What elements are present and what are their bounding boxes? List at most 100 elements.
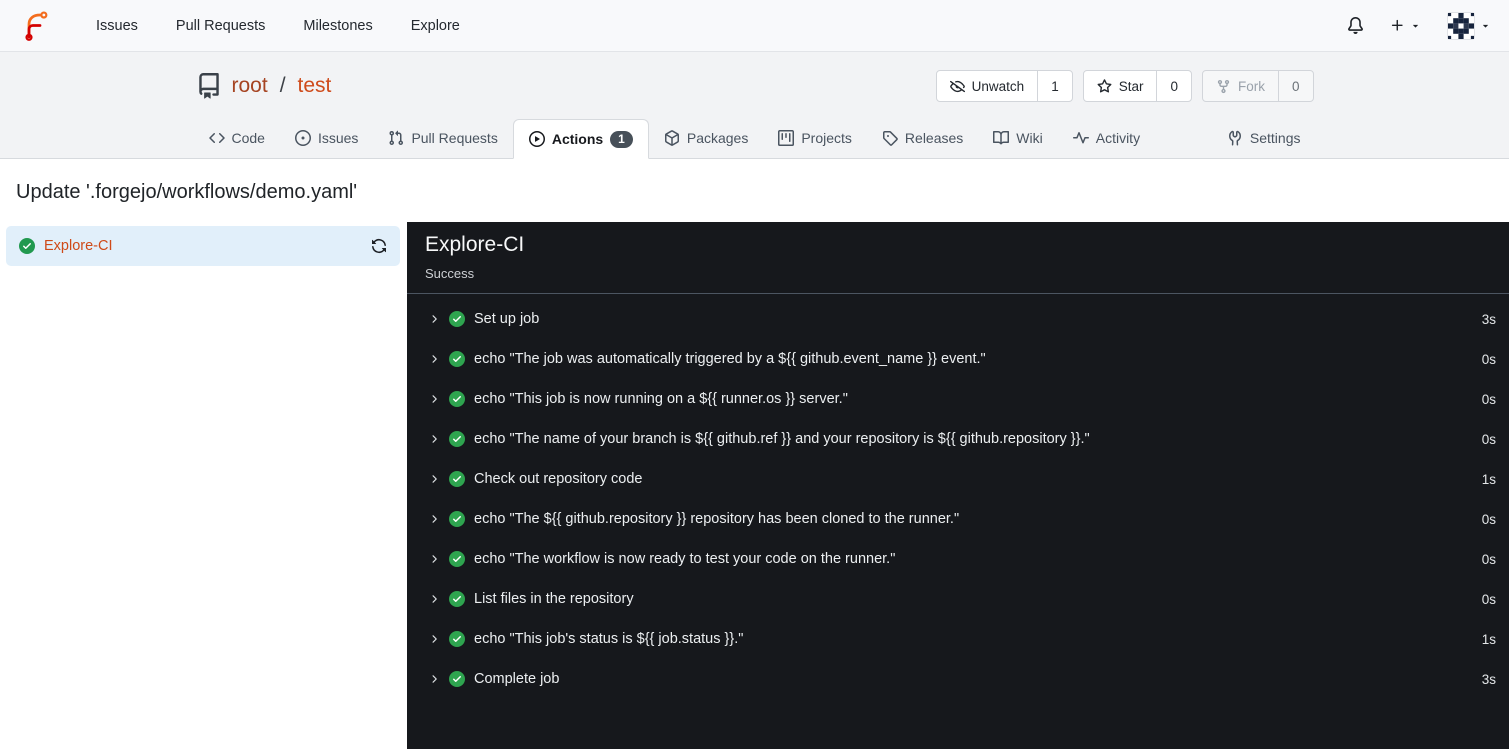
step-duration: 0s <box>1481 591 1496 607</box>
job-steps-list: Set up job 3s echo "The job was automati… <box>407 294 1509 699</box>
step-row[interactable]: echo "This job is now running on a ${{ r… <box>407 379 1509 419</box>
step-duration: 0s <box>1481 511 1496 527</box>
job-log-title: Explore-CI <box>425 233 525 256</box>
tab-code[interactable]: Code <box>194 118 280 158</box>
job-status: Success <box>425 266 475 281</box>
step-duration: 1s <box>1481 631 1496 647</box>
refresh-icon[interactable] <box>371 238 387 254</box>
chevron-right-icon <box>428 513 440 525</box>
step-row[interactable]: echo "The name of your branch is ${{ git… <box>407 419 1509 459</box>
step-name: Set up job <box>474 311 540 327</box>
step-row[interactable]: echo "The job was automatically triggere… <box>407 339 1509 379</box>
step-name: Check out repository code <box>474 471 643 487</box>
chevron-right-icon <box>428 433 440 445</box>
nav-issues[interactable]: Issues <box>77 18 157 34</box>
repo-header: root / test Unwatch 1 Star 0 Fork 0 Code… <box>0 52 1509 159</box>
user-avatar <box>1447 11 1475 40</box>
create-new-button[interactable] <box>1390 18 1421 33</box>
repo-title: root / test <box>196 73 332 99</box>
chevron-right-icon <box>428 553 440 565</box>
tag-icon <box>882 131 898 146</box>
workflow-run-view: Explore-CI Explore-CI Success Set up job <box>0 222 1509 749</box>
fork-button: Fork 0 <box>1201 70 1314 102</box>
chevron-right-icon <box>428 673 440 685</box>
nav-milestones[interactable]: Milestones <box>284 18 391 34</box>
fork-count: 0 <box>1277 71 1313 101</box>
success-check-icon <box>449 351 465 367</box>
tab-pull-requests[interactable]: Pull Requests <box>373 118 512 158</box>
tab-projects[interactable]: Projects <box>763 118 867 158</box>
chevron-right-icon <box>428 393 440 405</box>
tab-settings[interactable]: Settings <box>1212 118 1316 158</box>
step-row[interactable]: echo "The ${{ github.repository }} repos… <box>407 499 1509 539</box>
step-duration: 3s <box>1481 671 1496 687</box>
job-item-explore-ci[interactable]: Explore-CI <box>6 226 400 266</box>
repo-tabs: Code Issues Pull Requests Actions 1 Pack… <box>194 118 1316 159</box>
success-check-icon <box>449 511 465 527</box>
play-circle-icon <box>528 131 545 147</box>
step-row[interactable]: List files in the repository 0s <box>407 579 1509 619</box>
chevron-right-icon <box>428 313 440 325</box>
step-duration: 0s <box>1481 391 1496 407</box>
plus-icon <box>1391 19 1403 31</box>
step-row[interactable]: echo "This job's status is ${{ job.statu… <box>407 619 1509 659</box>
success-check-icon <box>449 431 465 447</box>
success-check-icon <box>449 471 465 487</box>
notifications-bell-icon[interactable] <box>1347 17 1364 34</box>
star-button[interactable]: Star 0 <box>1082 70 1192 102</box>
repo-owner-link[interactable]: root <box>232 74 268 98</box>
issue-icon <box>294 130 311 146</box>
step-duration: 3s <box>1481 311 1496 327</box>
step-name: echo "The ${{ github.repository }} repos… <box>474 511 960 527</box>
step-duration: 0s <box>1481 551 1496 567</box>
unwatch-button[interactable]: Unwatch 1 <box>935 70 1073 102</box>
user-menu[interactable] <box>1447 11 1491 40</box>
eye-closed-icon <box>949 80 965 92</box>
success-check-icon <box>449 631 465 647</box>
tab-actions[interactable]: Actions 1 <box>512 119 649 159</box>
step-row[interactable]: Set up job 3s <box>407 299 1509 339</box>
tab-issues[interactable]: Issues <box>280 118 373 158</box>
step-row[interactable]: echo "The workflow is now ready to test … <box>407 539 1509 579</box>
job-log-header: Explore-CI Success <box>407 222 1509 294</box>
navbar-right <box>1347 11 1491 40</box>
book-icon <box>993 130 1010 145</box>
step-duration: 0s <box>1481 431 1496 447</box>
wrench-icon <box>1228 130 1241 146</box>
step-row[interactable]: Check out repository code 1s <box>407 459 1509 499</box>
forgejo-logo-icon[interactable] <box>18 9 51 42</box>
project-icon <box>778 130 795 146</box>
step-row[interactable]: Complete job 3s <box>407 659 1509 699</box>
star-count[interactable]: 0 <box>1156 71 1191 101</box>
repo-actions: Unwatch 1 Star 0 Fork 0 <box>935 70 1314 102</box>
success-check-icon <box>449 311 465 327</box>
nav-explore[interactable]: Explore <box>392 18 479 34</box>
job-log-panel: Explore-CI Success Set up job 3s echo "T… <box>407 222 1509 749</box>
step-name: echo "The job was automatically triggere… <box>474 351 986 367</box>
chevron-right-icon <box>428 593 440 605</box>
repo-name-link[interactable]: test <box>298 74 332 98</box>
fork-icon <box>1217 79 1230 93</box>
repo-book-icon <box>198 73 219 99</box>
success-check-icon <box>449 671 465 687</box>
step-name: echo "This job's status is ${{ job.statu… <box>474 631 744 647</box>
top-navbar: Issues Pull Requests Milestones Explore <box>0 0 1509 52</box>
nav-pull-requests[interactable]: Pull Requests <box>157 18 284 34</box>
pull-request-icon <box>389 130 404 146</box>
success-check-icon <box>449 591 465 607</box>
step-duration: 1s <box>1481 471 1496 487</box>
success-check-icon <box>449 391 465 407</box>
tab-releases[interactable]: Releases <box>867 118 978 158</box>
repo-separator: / <box>279 74 286 97</box>
tab-packages[interactable]: Packages <box>649 118 763 158</box>
step-name: echo "The name of your branch is ${{ git… <box>474 431 1090 447</box>
chevron-right-icon <box>428 353 440 365</box>
chevron-right-icon <box>428 473 440 485</box>
tab-wiki[interactable]: Wiki <box>978 118 1057 158</box>
job-name: Explore-CI <box>44 238 113 254</box>
watch-count[interactable]: 1 <box>1037 71 1072 101</box>
tab-activity[interactable]: Activity <box>1058 118 1155 158</box>
chevron-down-icon <box>1412 24 1419 28</box>
step-name: Complete job <box>474 671 560 687</box>
chevron-down-icon <box>1482 24 1489 28</box>
